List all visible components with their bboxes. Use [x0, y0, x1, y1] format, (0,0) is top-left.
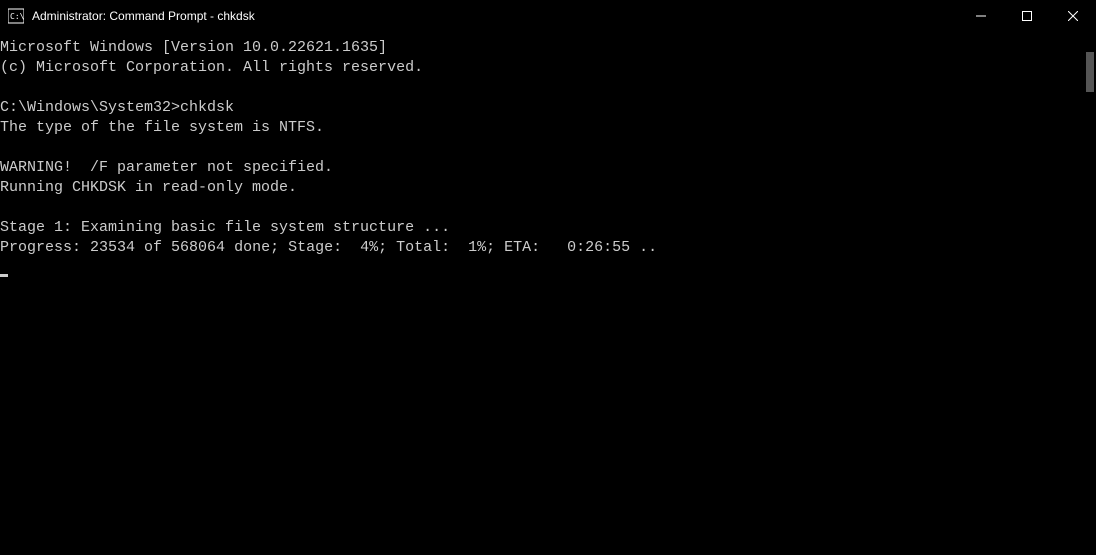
output-line: Running CHKDSK in read-only mode. — [0, 179, 297, 196]
cursor — [0, 274, 8, 277]
titlebar[interactable]: C:\ Administrator: Command Prompt - chkd… — [0, 0, 1096, 32]
progress-done-label: done; Stage: — [225, 239, 360, 256]
close-button[interactable] — [1050, 0, 1096, 32]
output-line: Microsoft Windows [Version 10.0.22621.16… — [0, 39, 387, 56]
progress-label: Progress: — [0, 239, 90, 256]
svg-text:C:\: C:\ — [10, 12, 24, 21]
scrollbar-track[interactable] — [1084, 32, 1096, 555]
command-prompt-icon: C:\ — [8, 8, 24, 24]
output-line: WARNING! /F parameter not specified. — [0, 159, 333, 176]
progress-total: 568064 — [171, 239, 225, 256]
stage-pct: 4% — [360, 239, 378, 256]
window-controls — [958, 0, 1096, 32]
command-text: chkdsk — [180, 99, 234, 116]
output-line: The type of the file system is NTFS. — [0, 119, 324, 136]
eta-dots: .. — [630, 239, 657, 256]
eta-label: ; ETA: — [486, 239, 567, 256]
titlebar-left: C:\ Administrator: Command Prompt - chkd… — [8, 8, 255, 24]
eta-value: 0:26:55 — [567, 239, 630, 256]
total-pct: 1% — [468, 239, 486, 256]
output-line: (c) Microsoft Corporation. All rights re… — [0, 59, 423, 76]
maximize-button[interactable] — [1004, 0, 1050, 32]
terminal-output: Microsoft Windows [Version 10.0.22621.16… — [0, 32, 1096, 278]
total-label: ; Total: — [378, 239, 468, 256]
progress-done: 23534 — [90, 239, 135, 256]
scrollbar-thumb[interactable] — [1086, 52, 1094, 92]
output-line: Stage 1: Examining basic file system str… — [0, 219, 450, 236]
progress-of: of — [135, 239, 171, 256]
minimize-button[interactable] — [958, 0, 1004, 32]
window-title: Administrator: Command Prompt - chkdsk — [32, 9, 255, 23]
prompt-text: C:\Windows\System32> — [0, 99, 180, 116]
